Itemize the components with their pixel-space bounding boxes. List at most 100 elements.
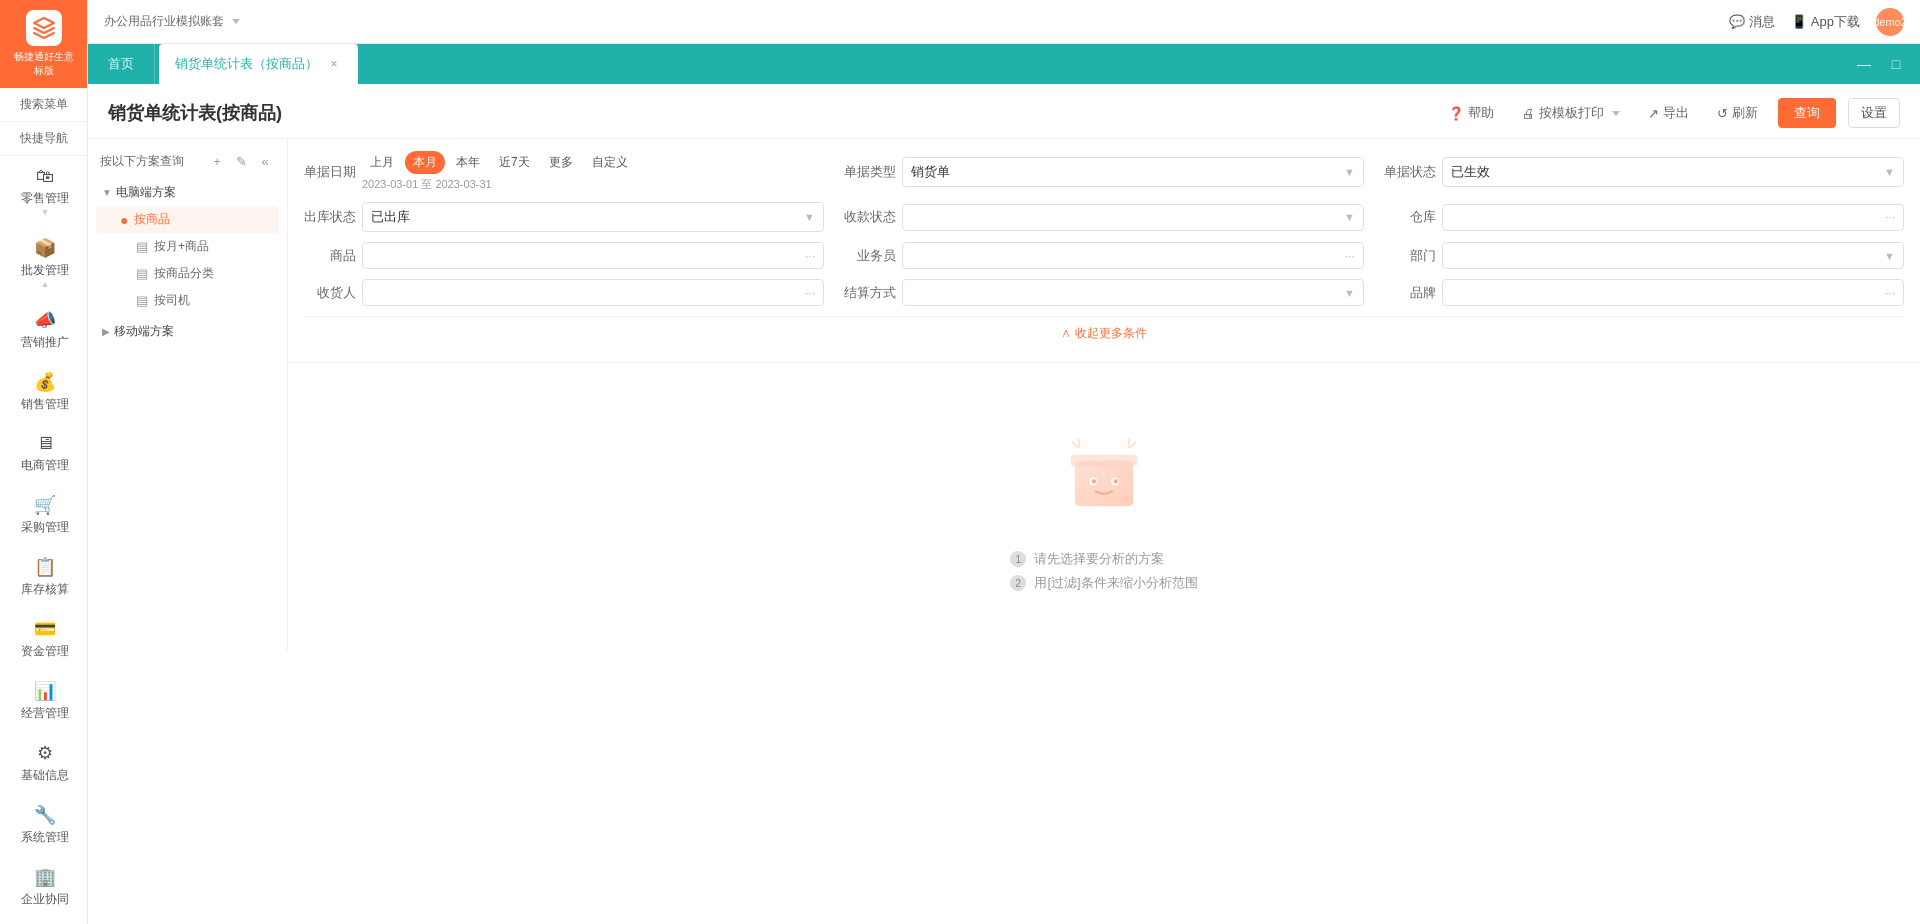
workspace-selector[interactable]: 办公用品行业模拟账套 bbox=[104, 13, 240, 30]
sidebar-item-guide[interactable]: 📖 新手引导 bbox=[0, 918, 87, 924]
date-control: 上月 本月 本年 近7天 更多 自定义 2023-03-01 至 bbox=[362, 151, 824, 192]
basic-label: 基础信息 bbox=[21, 767, 69, 784]
sidebar-item-ecom[interactable]: 🖥 电商管理 bbox=[0, 423, 87, 484]
scheme-active-icon: ● bbox=[120, 212, 128, 228]
doc-type-label: 单据类型 bbox=[844, 163, 896, 181]
consignee-dots-icon: ··· bbox=[805, 286, 815, 300]
app-subtitle: 标版 bbox=[34, 64, 54, 78]
enterprise-icon: 🏢 bbox=[34, 866, 56, 888]
search-menu-item[interactable]: 搜索菜单 bbox=[0, 88, 87, 122]
add-scheme-btn[interactable]: + bbox=[207, 151, 227, 171]
salesperson-input[interactable]: ··· bbox=[902, 242, 1364, 269]
ecom-label: 电商管理 bbox=[21, 457, 69, 474]
topbar-left: 办公用品行业模拟账套 bbox=[104, 13, 1717, 30]
user-avatar[interactable]: demo2 bbox=[1876, 8, 1904, 36]
quick-nav-item[interactable]: 快捷导航 bbox=[0, 122, 87, 156]
settlement-control[interactable]: ▼ bbox=[902, 279, 1364, 306]
settlement-value bbox=[911, 285, 1344, 300]
sidebar: 畅捷通好生意 标版 搜索菜单 快捷导航 🛍 零售管理 ▼ 📦 批发管理 ▲ 📣 … bbox=[0, 0, 88, 924]
edit-scheme-btn[interactable]: ✎ bbox=[231, 151, 251, 171]
export-btn[interactable]: ↗ 导出 bbox=[1640, 100, 1697, 126]
date-btn-last-month[interactable]: 上月 bbox=[362, 151, 402, 174]
scheme-item-month-goods[interactable]: ▤ 按月+商品 bbox=[96, 233, 279, 260]
warehouse-input[interactable]: ··· bbox=[1442, 204, 1904, 231]
tab-close-btn[interactable]: × bbox=[326, 56, 342, 72]
app-download-label: App下载 bbox=[1811, 13, 1860, 31]
scheme-item-goods-category[interactable]: ▤ 按商品分类 bbox=[96, 260, 279, 287]
sidebar-item-system[interactable]: 🔧 系统管理 bbox=[0, 794, 87, 856]
date-btn-this-month[interactable]: 本月 bbox=[405, 151, 445, 174]
query-btn[interactable]: 查询 bbox=[1778, 98, 1836, 128]
brand-input[interactable]: ··· bbox=[1442, 279, 1904, 306]
wholesale-icon: 📦 bbox=[34, 237, 56, 259]
out-status-control[interactable]: 已出库 ▼ bbox=[362, 202, 824, 232]
driver-icon: ▤ bbox=[136, 293, 148, 308]
brand-control[interactable]: ··· bbox=[1442, 279, 1904, 306]
receipt-status-label: 收款状态 bbox=[844, 208, 896, 226]
doc-status-control[interactable]: 已生效 ▼ bbox=[1442, 157, 1904, 187]
minimize-btn[interactable]: — bbox=[1852, 52, 1876, 76]
svg-rect-0 bbox=[1075, 461, 1133, 507]
filter-panel: 单据日期 上月 本月 本年 近7天 更多 bbox=[288, 139, 1920, 363]
app-logo[interactable]: 畅捷通好生意 标版 bbox=[0, 0, 87, 88]
svg-line-7 bbox=[1072, 442, 1077, 447]
sidebar-item-marketing[interactable]: 📣 营销推广 bbox=[0, 299, 87, 361]
settings-btn[interactable]: 设置 bbox=[1848, 98, 1900, 128]
home-tab[interactable]: 首页 bbox=[88, 44, 155, 84]
settlement-select[interactable]: ▼ bbox=[902, 279, 1364, 306]
active-tab[interactable]: 销货单统计表（按商品） × bbox=[159, 44, 358, 84]
sidebar-item-enterprise[interactable]: 🏢 企业协同 bbox=[0, 856, 87, 918]
home-tab-label: 首页 bbox=[108, 55, 134, 73]
scheme-item-driver[interactable]: ▤ 按司机 bbox=[96, 287, 279, 314]
doc-status-label: 单据状态 bbox=[1384, 163, 1436, 181]
topbar-right: 💬 消息 📱 App下载 demo2 bbox=[1729, 8, 1904, 36]
page-inner: 销货单统计表(按商品) ❓ 帮助 🖨 按模板打印 ↗ 导出 bbox=[88, 84, 1920, 924]
receipt-status-select[interactable]: ▼ bbox=[902, 204, 1364, 231]
filter-receipt-status-field: 收款状态 ▼ bbox=[844, 202, 1364, 232]
sidebar-item-purchase[interactable]: 🛒 采购管理 bbox=[0, 484, 87, 546]
message-btn[interactable]: 💬 消息 bbox=[1729, 13, 1775, 31]
goods-label: 商品 bbox=[304, 247, 356, 265]
doc-type-control[interactable]: 销货单 ▼ bbox=[902, 157, 1364, 187]
sidebar-item-basic[interactable]: ⚙ 基础信息 bbox=[0, 732, 87, 794]
refresh-label: 刷新 bbox=[1732, 104, 1758, 122]
goods-input[interactable]: ··· bbox=[362, 242, 824, 269]
page-content: 销货单统计表(按商品) ❓ 帮助 🖨 按模板打印 ↗ 导出 bbox=[88, 84, 1920, 924]
warehouse-control[interactable]: ··· bbox=[1442, 204, 1904, 231]
app-name: 畅捷通好生意 bbox=[14, 50, 74, 64]
doc-status-select[interactable]: 已生效 ▼ bbox=[1442, 157, 1904, 187]
maximize-btn[interactable]: □ bbox=[1884, 52, 1908, 76]
desktop-section-header[interactable]: ▼ 电脑端方案 bbox=[96, 179, 279, 206]
refresh-btn[interactable]: ↺ 刷新 bbox=[1709, 100, 1766, 126]
department-control[interactable]: ▼ bbox=[1442, 242, 1904, 269]
sidebar-item-retail[interactable]: 🛍 零售管理 ▼ bbox=[0, 156, 87, 227]
sidebar-item-wholesale[interactable]: 📦 批发管理 ▲ bbox=[0, 227, 87, 299]
goods-control[interactable]: ··· bbox=[362, 242, 824, 269]
empty-tips: 1 请先选择要分析的方案 2 用[过滤]条件来缩小分析范围 bbox=[1010, 550, 1197, 592]
salesperson-control[interactable]: ··· bbox=[902, 242, 1364, 269]
date-btn-more[interactable]: 更多 bbox=[541, 151, 581, 174]
sidebar-item-operations[interactable]: 📊 经营管理 bbox=[0, 670, 87, 732]
date-btn-custom[interactable]: 自定义 bbox=[584, 151, 636, 174]
receipt-status-control[interactable]: ▼ bbox=[902, 204, 1364, 231]
date-btn-7days[interactable]: 近7天 bbox=[491, 151, 538, 174]
sidebar-item-sales[interactable]: 💰 销售管理 bbox=[0, 361, 87, 423]
consignee-input[interactable]: ··· bbox=[362, 279, 824, 306]
sidebar-item-inventory[interactable]: 📋 库存核算 bbox=[0, 546, 87, 608]
template-print-btn[interactable]: 🖨 按模板打印 bbox=[1514, 100, 1628, 126]
department-select[interactable]: ▼ bbox=[1442, 242, 1904, 269]
out-status-select[interactable]: 已出库 ▼ bbox=[362, 202, 824, 232]
mobile-section-header[interactable]: ▶ 移动端方案 bbox=[96, 318, 279, 345]
collapse-panel-btn[interactable]: « bbox=[255, 151, 275, 171]
system-label: 系统管理 bbox=[21, 829, 69, 846]
app-download-btn[interactable]: 📱 App下载 bbox=[1791, 13, 1860, 31]
doc-type-select[interactable]: 销货单 ▼ bbox=[902, 157, 1364, 187]
sidebar-item-finance[interactable]: 💳 资金管理 bbox=[0, 608, 87, 670]
filter-goods-field: 商品 ··· bbox=[304, 242, 824, 269]
logo-icon bbox=[26, 10, 62, 46]
collapse-more-filters-btn[interactable]: ∧ 收起更多条件 bbox=[304, 316, 1904, 350]
help-btn[interactable]: ❓ 帮助 bbox=[1440, 100, 1502, 126]
date-btn-this-year[interactable]: 本年 bbox=[448, 151, 488, 174]
scheme-item-goods[interactable]: ● 按商品 bbox=[96, 206, 279, 233]
consignee-control[interactable]: ··· bbox=[362, 279, 824, 306]
